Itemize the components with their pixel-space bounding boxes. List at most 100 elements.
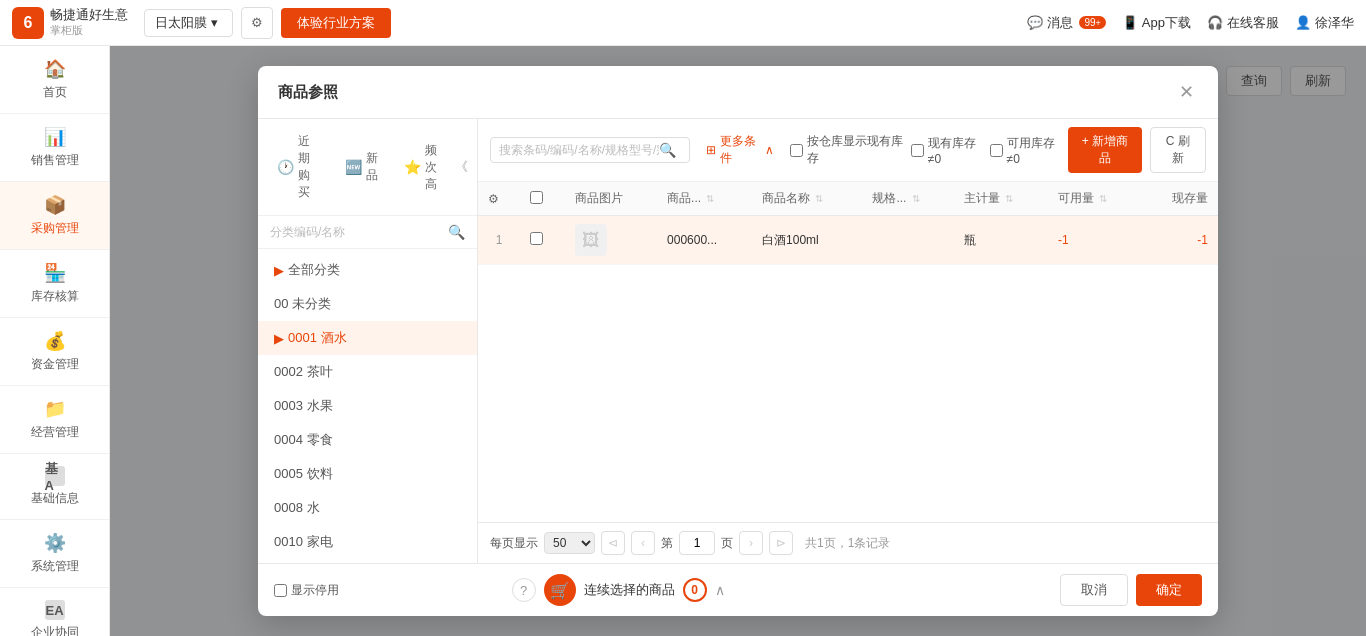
cancel-button[interactable]: 取消 — [1060, 574, 1128, 606]
row-num: 1 — [478, 216, 520, 265]
category-item-snacks[interactable]: 0004 零食 — [258, 423, 477, 457]
messages-label: 消息 — [1047, 14, 1073, 32]
category-item-tea[interactable]: 0002 茶叶 — [258, 355, 477, 389]
modal-body: 🕐 近期购买 🆕 新品 ⭐ 频次高 — [258, 119, 1218, 563]
gear-button[interactable]: ⚙ — [241, 7, 273, 39]
usable-nonzero-check[interactable]: 可用库存≠0 — [990, 135, 1061, 166]
available-nonzero-checkbox[interactable] — [911, 144, 924, 157]
messages-nav-item[interactable]: 💬 消息 99+ — [1027, 14, 1105, 32]
product-table-wrap: ⚙ 商品图片 商品... ⇅ — [478, 182, 1218, 522]
sidebar-item-finance[interactable]: 💰 资金管理 — [0, 318, 109, 386]
messages-badge: 99+ — [1079, 16, 1105, 29]
modal-close-button[interactable]: ✕ — [1174, 80, 1198, 104]
category-item-liquor[interactable]: ▶ 0001 酒水 — [258, 321, 477, 355]
col-unit[interactable]: 主计量 ⇅ — [954, 182, 1048, 216]
sidebar-item-sales[interactable]: 📊 销售管理 — [0, 114, 109, 182]
col-name[interactable]: 商品名称 ⇅ — [752, 182, 862, 216]
category-search-icon[interactable]: 🔍 — [448, 224, 465, 240]
sidebar-label-home: 首页 — [43, 84, 67, 101]
first-page-button[interactable]: ⊲ — [601, 531, 625, 555]
cart-button[interactable]: 🛒 — [544, 574, 576, 606]
col-settings: ⚙ — [478, 182, 520, 216]
sidebar-item-procurement[interactable]: 📦 采购管理 — [0, 182, 109, 250]
confirm-button[interactable]: 确定 — [1136, 574, 1202, 606]
sidebar-item-operations[interactable]: 📁 经营管理 — [0, 386, 109, 454]
user-nav-item[interactable]: 👤 徐泽华 — [1295, 14, 1354, 32]
page-number-input[interactable] — [679, 531, 715, 555]
frequent-button[interactable]: ⭐ 频次高 — [393, 127, 450, 207]
sidebar-label-enterprise: 企业协同 — [31, 624, 79, 636]
recent-purchase-button[interactable]: 🕐 近期购买 — [266, 127, 330, 207]
col-code[interactable]: 商品... ⇅ — [657, 182, 752, 216]
category-search-input[interactable] — [270, 225, 448, 239]
col-spec[interactable]: 规格... ⇅ — [862, 182, 953, 216]
category-item-water[interactable]: 0008 水 — [258, 491, 477, 525]
operations-icon: 📁 — [44, 398, 66, 420]
product-search-input[interactable] — [499, 143, 659, 157]
row-checkbox[interactable] — [530, 232, 543, 245]
system-icon: ⚙️ — [44, 532, 66, 554]
collapse-button[interactable]: 《 — [454, 155, 469, 179]
category-label-water: 0008 水 — [274, 499, 320, 517]
select-all-checkbox[interactable] — [530, 191, 543, 204]
row-checkbox-cell — [520, 216, 565, 265]
table-settings-icon[interactable]: ⚙ — [488, 192, 499, 206]
more-filter-button[interactable]: ⊞ 更多条件 ∧ — [698, 129, 782, 171]
logo-text-wrap: 畅捷通好生意 掌柜版 — [50, 7, 128, 39]
freq-icon: ⭐ — [404, 159, 421, 175]
row-available: -1 — [1048, 216, 1142, 265]
next-page-button[interactable]: › — [739, 531, 763, 555]
sidebar-item-inventory[interactable]: 🏪 库存核算 — [0, 250, 109, 318]
category-list: ▶ 全部分类 00 未分类 ▶ 0001 酒水 0002 茶 — [258, 249, 477, 563]
nav-right: 💬 消息 99+ 📱 App下载 🎧 在线客服 👤 徐泽华 — [1027, 14, 1354, 32]
image-placeholder-icon: 🖼 — [582, 230, 600, 251]
refresh-product-button[interactable]: C 刷新 — [1150, 127, 1206, 173]
chevron-up-icon-filter: ∧ — [765, 143, 774, 157]
show-disabled-check[interactable]: 显示停用 — [274, 582, 339, 599]
category-label-uncategorized: 00 未分类 — [274, 295, 331, 313]
col-stock: 现存量 — [1142, 182, 1218, 216]
online-service-nav-item[interactable]: 🎧 在线客服 — [1207, 14, 1279, 32]
category-item-appliances[interactable]: 0010 家电 — [258, 525, 477, 559]
modal-header: 商品参照 ✕ — [258, 66, 1218, 119]
sidebar-item-enterprise[interactable]: EA 企业协同 — [0, 588, 109, 636]
add-product-button[interactable]: + 新增商品 — [1068, 127, 1141, 173]
category-item-all[interactable]: ▶ 全部分类 — [258, 253, 477, 287]
chevron-up-icon[interactable]: ∧ — [715, 582, 725, 598]
table-row[interactable]: 1 🖼 — [478, 216, 1218, 265]
usable-nonzero-checkbox[interactable] — [990, 144, 1003, 157]
trial-button[interactable]: 体验行业方案 — [281, 8, 391, 38]
logo-title: 畅捷通好生意 — [50, 7, 128, 24]
page-size-select[interactable]: 50 10 20 100 — [544, 532, 595, 554]
filter-btn-label: 更多条件 — [720, 133, 761, 167]
category-label-fruit: 0003 水果 — [274, 397, 333, 415]
app-download-nav-item[interactable]: 📱 App下载 — [1122, 14, 1191, 32]
warehouse-display-check[interactable]: 按仓库显示现有库存 — [790, 133, 903, 167]
sidebar-item-home[interactable]: 🏠 首页 — [0, 46, 109, 114]
show-disabled-checkbox[interactable] — [274, 584, 287, 597]
category-item-drinks[interactable]: 0005 饮料 — [258, 457, 477, 491]
category-item-uncategorized[interactable]: 00 未分类 — [258, 287, 477, 321]
modal-title: 商品参照 — [278, 83, 338, 102]
last-page-button[interactable]: ⊳ — [769, 531, 793, 555]
spec-sort-icon: ⇅ — [912, 193, 920, 204]
category-item-fruit[interactable]: 0003 水果 — [258, 389, 477, 423]
app-download-label: App下载 — [1142, 14, 1191, 32]
nav-selector[interactable]: 日太阳膜 ▾ — [144, 9, 233, 37]
new-icon: 🆕 — [345, 159, 362, 175]
available-sort-icon: ⇅ — [1099, 193, 1107, 204]
product-search-icon[interactable]: 🔍 — [659, 142, 676, 158]
sidebar-item-basic-info[interactable]: 基A 基础信息 — [0, 454, 109, 520]
col-available[interactable]: 可用量 ⇅ — [1048, 182, 1142, 216]
footer-right-buttons: 取消 确定 — [1060, 574, 1202, 606]
table-body: 1 🖼 — [478, 216, 1218, 265]
prev-page-button[interactable]: ‹ — [631, 531, 655, 555]
warehouse-display-checkbox[interactable] — [790, 144, 803, 157]
help-button[interactable]: ? — [512, 578, 536, 602]
available-nonzero-check[interactable]: 现有库存≠0 — [911, 135, 982, 166]
basic-info-icon: 基A — [45, 466, 65, 486]
cart-icon: 🛒 — [550, 581, 570, 600]
sidebar-item-system[interactable]: ⚙️ 系统管理 — [0, 520, 109, 588]
sidebar-label-finance: 资金管理 — [31, 356, 79, 373]
new-product-button[interactable]: 🆕 新品 — [334, 127, 389, 207]
